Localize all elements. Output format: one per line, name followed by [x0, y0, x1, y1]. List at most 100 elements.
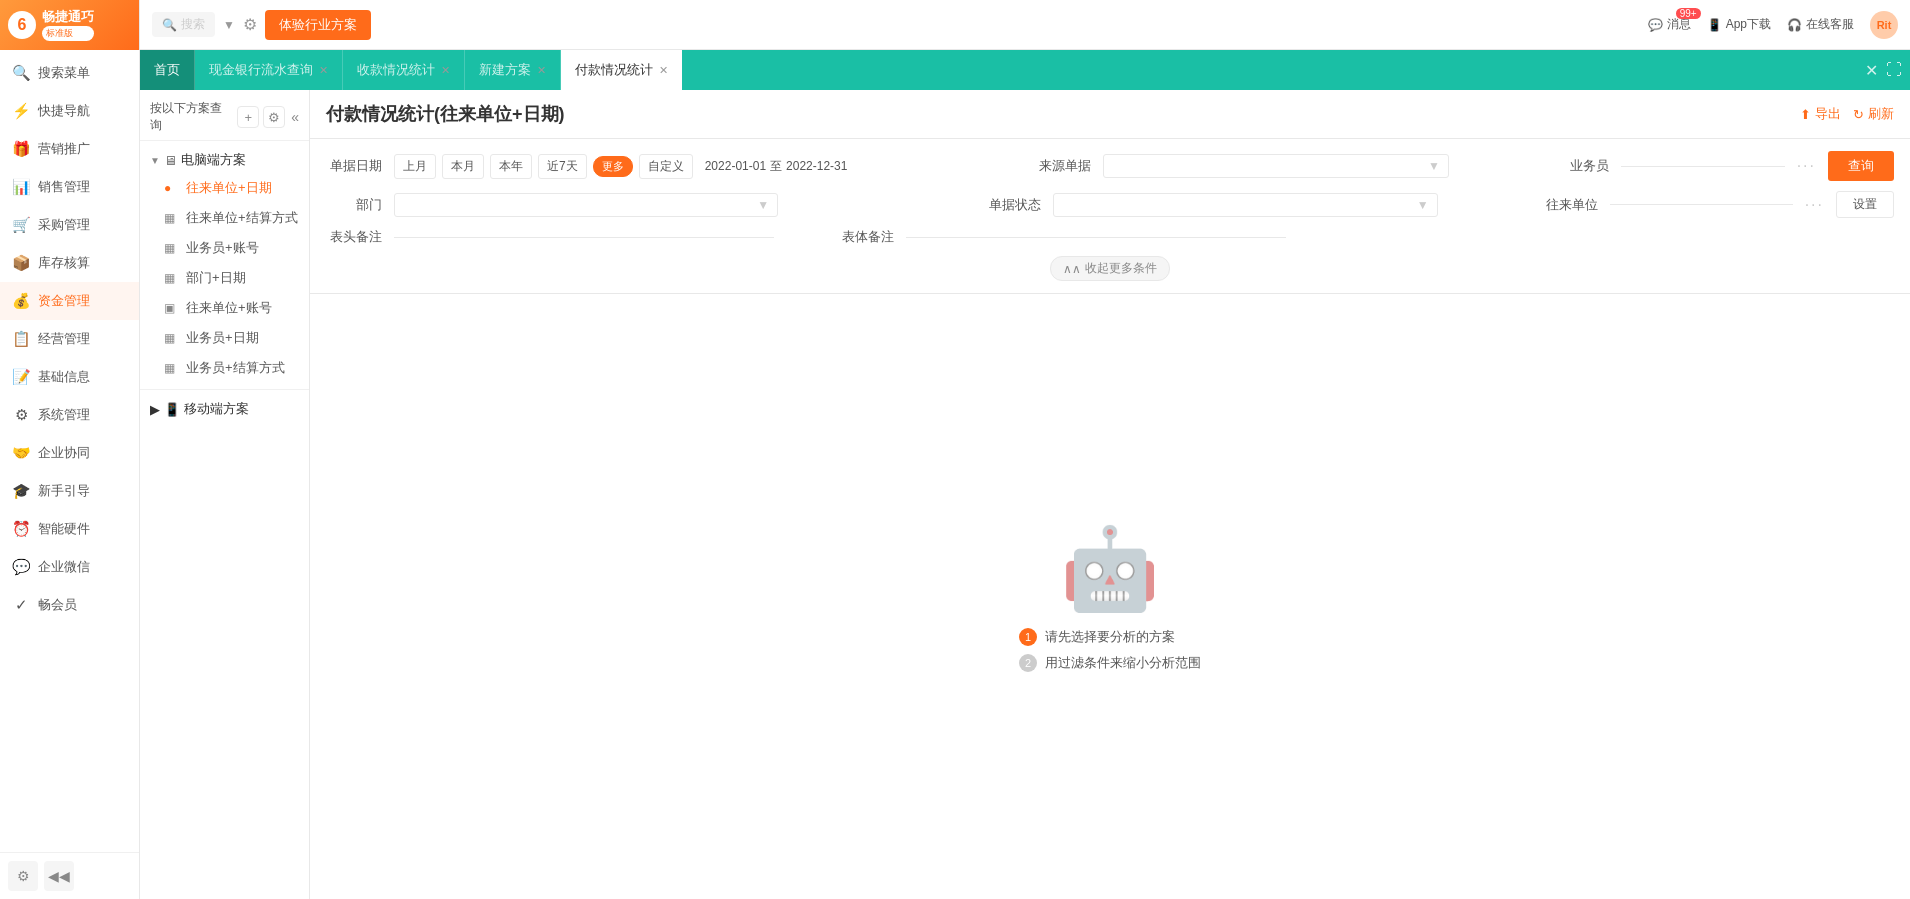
- sidebar-item-finance[interactable]: 💰 资金管理: [0, 282, 139, 320]
- page-header-actions: ⬆ 导出 ↻ 刷新: [1800, 105, 1894, 123]
- tab-receivable-close[interactable]: ✕: [441, 64, 450, 77]
- staff-dots-btn[interactable]: ···: [1797, 157, 1816, 175]
- topbar-settings-icon[interactable]: ⚙: [243, 15, 257, 34]
- date-this-year-btn[interactable]: 本年: [490, 154, 532, 179]
- tab-payment-stats-close[interactable]: ✕: [659, 64, 668, 77]
- scheme-item-icon: ▦: [164, 361, 180, 375]
- export-btn[interactable]: ⬆ 导出: [1800, 105, 1841, 123]
- sidebar-item-purchase[interactable]: 🛒 采购管理: [0, 206, 139, 244]
- trial-btn[interactable]: 体验行业方案: [265, 10, 371, 40]
- date-separator: 至: [770, 158, 782, 175]
- body-note-label: 表体备注: [838, 228, 894, 246]
- query-btn[interactable]: 查询: [1828, 151, 1894, 181]
- content-area: 按以下方案查询 + ⚙ « ▼ 🖥 电脑端方案 ● 往来单位+日期: [140, 90, 1910, 899]
- sidebar-item-sales[interactable]: 📊 销售管理: [0, 168, 139, 206]
- sidebar-item-wechat[interactable]: 💬 企业微信: [0, 548, 139, 586]
- topbar: 🔍 搜索 ▼ ⚙ 体验行业方案 💬 消息 99+ 📱 App下载 🎧 在线客服 …: [140, 0, 1910, 50]
- brand-name: 畅捷通巧: [42, 9, 94, 25]
- collapse-more-btn[interactable]: ∧∧ 收起更多条件: [1050, 256, 1170, 281]
- tab-new-scheme[interactable]: 新建方案 ✕: [465, 50, 561, 90]
- body-note-input[interactable]: [906, 237, 1286, 238]
- sidebar-item-system[interactable]: ⚙ 系统管理: [0, 396, 139, 434]
- sidebar-item-label: 智能硬件: [38, 520, 90, 538]
- tab-home[interactable]: 首页: [140, 50, 195, 90]
- sidebar-item-operations[interactable]: 📋 经营管理: [0, 320, 139, 358]
- sidebar-item-member[interactable]: ✓ 畅会员: [0, 586, 139, 624]
- date-custom-btn[interactable]: 自定义: [639, 154, 693, 179]
- tip-num-1: 1: [1019, 628, 1037, 646]
- sidebar-item-search[interactable]: 🔍 搜索菜单: [0, 54, 139, 92]
- scheme-panel-collapse-btn[interactable]: «: [291, 109, 299, 125]
- mobile-group-arrow: ▶: [150, 402, 160, 417]
- scheme-item-label: 往来单位+结算方式: [186, 209, 298, 227]
- tab-fullscreen-btn[interactable]: ⛶: [1886, 61, 1902, 79]
- scheme-add-btn[interactable]: +: [237, 106, 259, 128]
- refresh-btn[interactable]: ↻ 刷新: [1853, 105, 1894, 123]
- sidebar-item-label: 畅会员: [38, 596, 77, 614]
- app-download-btn[interactable]: 📱 App下载: [1707, 16, 1771, 33]
- header-note-input[interactable]: [394, 237, 774, 238]
- partner-dots-btn[interactable]: ···: [1805, 196, 1824, 214]
- scheme-panel-title: 按以下方案查询: [150, 100, 231, 134]
- scheme-item-staff-date[interactable]: ▦ 业务员+日期: [140, 323, 309, 353]
- settings-bottom-btn[interactable]: ⚙: [8, 861, 38, 891]
- date-options: 上月 本月 本年 近7天 更多 自定义: [394, 154, 693, 179]
- gift-icon: 🎁: [12, 140, 30, 158]
- box-icon: 📦: [12, 254, 30, 272]
- online-service-btn[interactable]: 🎧 在线客服: [1787, 16, 1854, 33]
- date-this-month-btn[interactable]: 本月: [442, 154, 484, 179]
- date-more-btn[interactable]: 更多: [593, 156, 633, 177]
- tab-bank-flow[interactable]: 现金银行流水查询 ✕: [195, 50, 343, 90]
- mobile-group-header[interactable]: ▶ 📱 移动端方案: [140, 396, 309, 422]
- setting-btn[interactable]: 设置: [1836, 191, 1894, 218]
- sidebar-item-quick-nav[interactable]: ⚡ 快捷导航: [0, 92, 139, 130]
- voucher-status-select[interactable]: ▼: [1053, 193, 1437, 217]
- member-icon: ✓: [12, 596, 30, 614]
- partner-input[interactable]: [1610, 204, 1793, 205]
- search-placeholder: 搜索: [181, 16, 205, 33]
- source-select[interactable]: ▼: [1103, 154, 1449, 178]
- tab-receivable[interactable]: 收款情况统计 ✕: [343, 50, 465, 90]
- desktop-group-header[interactable]: ▼ 🖥 电脑端方案: [140, 147, 309, 173]
- staff-input[interactable]: [1621, 166, 1785, 167]
- scheme-panel-header: 按以下方案查询 + ⚙ «: [140, 90, 309, 141]
- headphone-icon: 🎧: [1787, 18, 1802, 32]
- scheme-item-staff-settlement[interactable]: ▦ 业务员+结算方式: [140, 353, 309, 383]
- dept-select[interactable]: ▼: [394, 193, 778, 217]
- main-area: 🔍 搜索 ▼ ⚙ 体验行业方案 💬 消息 99+ 📱 App下载 🎧 在线客服 …: [140, 0, 1910, 899]
- sidebar-item-label: 企业微信: [38, 558, 90, 576]
- tab-bank-flow-close[interactable]: ✕: [319, 64, 328, 77]
- user-avatar[interactable]: Rit: [1870, 11, 1898, 39]
- sidebar-item-label: 采购管理: [38, 216, 90, 234]
- date-last-month-btn[interactable]: 上月: [394, 154, 436, 179]
- scheme-item-unit-account[interactable]: ▣ 往来单位+账号: [140, 293, 309, 323]
- scheme-item-unit-settlement[interactable]: ▦ 往来单位+结算方式: [140, 203, 309, 233]
- sidebar-item-enterprise[interactable]: 🤝 企业协同: [0, 434, 139, 472]
- collapse-bar: ∧∧ 收起更多条件: [326, 256, 1894, 281]
- online-service-label: 在线客服: [1806, 16, 1854, 33]
- scheme-item-staff-account[interactable]: ▦ 业务员+账号: [140, 233, 309, 263]
- sidebar-item-inventory[interactable]: 📦 库存核算: [0, 244, 139, 282]
- topbar-right: 💬 消息 99+ 📱 App下载 🎧 在线客服 Rit: [1648, 11, 1898, 39]
- sidebar-item-guide[interactable]: 🎓 新手引导: [0, 472, 139, 510]
- notifications-btn[interactable]: 💬 消息 99+: [1648, 16, 1691, 33]
- scheme-item-icon: ▣: [164, 301, 180, 315]
- scheme-item-dept-date[interactable]: ▦ 部门+日期: [140, 263, 309, 293]
- info-icon: 📝: [12, 368, 30, 386]
- sidebar-item-marketing[interactable]: 🎁 营销推广: [0, 130, 139, 168]
- tab-payment-stats[interactable]: 付款情况统计 ✕: [561, 50, 682, 90]
- sidebar-item-hardware[interactable]: ⏰ 智能硬件: [0, 510, 139, 548]
- topbar-dropdown-arrow[interactable]: ▼: [223, 18, 235, 32]
- empty-state: 🤖 1 请先选择要分析的方案 2 用过滤条件来缩小分析范围: [310, 294, 1910, 899]
- tab-new-scheme-close[interactable]: ✕: [537, 64, 546, 77]
- sidebar: 6 畅捷通巧 标准版 🔍 搜索菜单 ⚡ 快捷导航 🎁 营销推广 📊 销售管理 🛒…: [0, 0, 140, 899]
- tab-close-all-btn[interactable]: ✕: [1865, 61, 1878, 80]
- collapse-sidebar-btn[interactable]: ◀◀: [44, 861, 74, 891]
- scheme-item-unit-date[interactable]: ● 往来单位+日期: [140, 173, 309, 203]
- scheme-item-icon: ▦: [164, 211, 180, 225]
- scheme-settings-btn[interactable]: ⚙: [263, 106, 285, 128]
- topbar-search[interactable]: 🔍 搜索: [152, 12, 215, 37]
- sidebar-item-basic-info[interactable]: 📝 基础信息: [0, 358, 139, 396]
- export-label: 导出: [1815, 105, 1841, 123]
- date-last7-btn[interactable]: 近7天: [538, 154, 587, 179]
